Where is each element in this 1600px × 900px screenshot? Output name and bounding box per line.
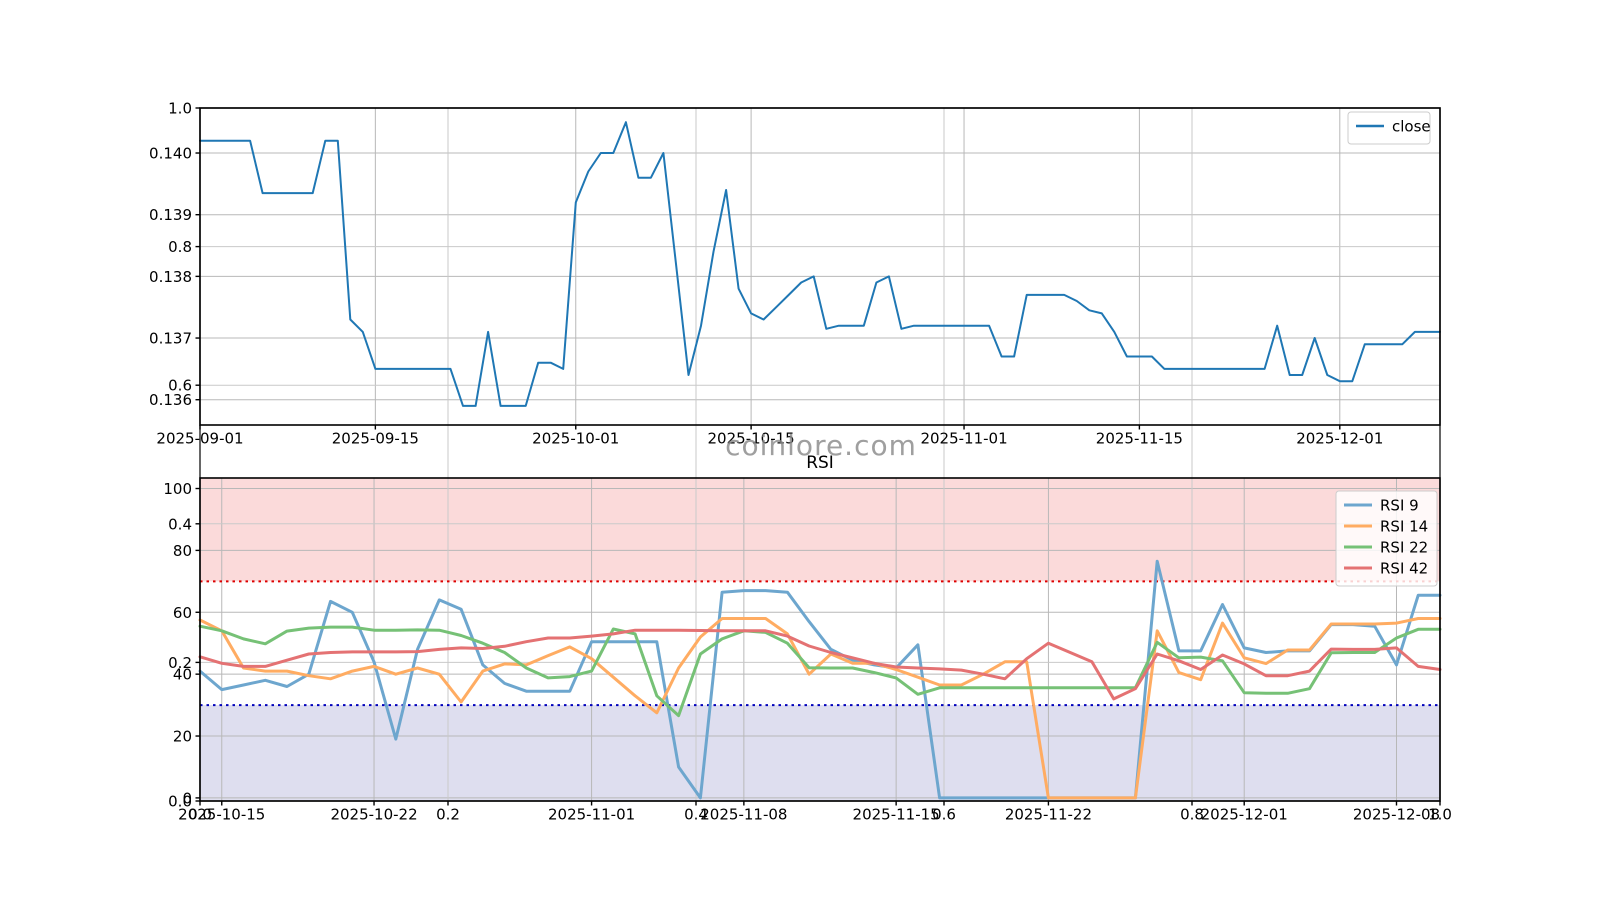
overlay-y-label: 1.0 xyxy=(168,100,192,118)
rsi-legend-label: RSI 42 xyxy=(1380,560,1428,578)
figure: 2025-09-01 2025-09-15 2025-10-01 2025-10-15… xyxy=(0,0,1600,900)
price-y-label: 0.138 xyxy=(149,268,192,286)
rsi-legend-label: RSI 14 xyxy=(1380,518,1428,536)
rsi-chart-title: RSI xyxy=(806,453,834,473)
overbought-band xyxy=(200,478,1440,582)
rsi-x-label: 2025-12-01 xyxy=(1201,806,1288,824)
rsi-y-label: 100 xyxy=(163,480,192,498)
close-line xyxy=(199,121,1441,407)
rsi-x-label: 2025-12-08 xyxy=(1353,806,1440,824)
price-x-label: 2025-09-15 xyxy=(332,430,419,448)
rsi-y-label: 20 xyxy=(173,728,192,746)
rsi-y-label: 60 xyxy=(173,604,192,622)
price-y-label: 0.140 xyxy=(149,145,192,163)
price-x-label: 2025-12-01 xyxy=(1296,430,1383,448)
price-x-label: 2025-10-01 xyxy=(532,430,619,448)
price-y-label: 0.139 xyxy=(149,206,192,224)
overlay-y-label: 0.2 xyxy=(168,654,192,672)
oversold-band xyxy=(200,705,1440,801)
rsi-x-label: 2025-10-22 xyxy=(330,806,417,824)
rsi-x-label: 2025-11-08 xyxy=(700,806,787,824)
overlay-x-label: 0.2 xyxy=(436,806,460,824)
price-spines xyxy=(199,107,1441,426)
overlay-x-label: 0.0 xyxy=(188,806,212,824)
overlay-y-label: 0.6 xyxy=(168,377,192,395)
rsi-legend-label: RSI 9 xyxy=(1380,497,1419,515)
price-x-label: 2025-11-15 xyxy=(1096,430,1183,448)
rsi-x-label: 2025-11-15 xyxy=(853,806,940,824)
price-legend-label: close xyxy=(1392,118,1431,136)
rsi-legend-label: RSI 22 xyxy=(1380,539,1428,557)
rsi-y-label: 80 xyxy=(173,542,192,560)
overlay-x-label: 1.0 xyxy=(1428,806,1452,824)
rsi-x-label: 2025-11-22 xyxy=(1005,806,1092,824)
price-y-label: 0.137 xyxy=(149,330,192,348)
overlay-x-label: 0.8 xyxy=(1180,806,1204,824)
price-x-label: 2025-09-01 xyxy=(156,430,243,448)
price-x-label: 2025-11-01 xyxy=(920,430,1007,448)
overlay-x-label: 0.4 xyxy=(684,806,708,824)
overlay-x-label: 0.6 xyxy=(932,806,956,824)
overlay-y-label: 0.8 xyxy=(168,238,192,256)
rsi-x-label: 2025-11-01 xyxy=(548,806,635,824)
overlay-y-label: 0.4 xyxy=(168,515,192,533)
